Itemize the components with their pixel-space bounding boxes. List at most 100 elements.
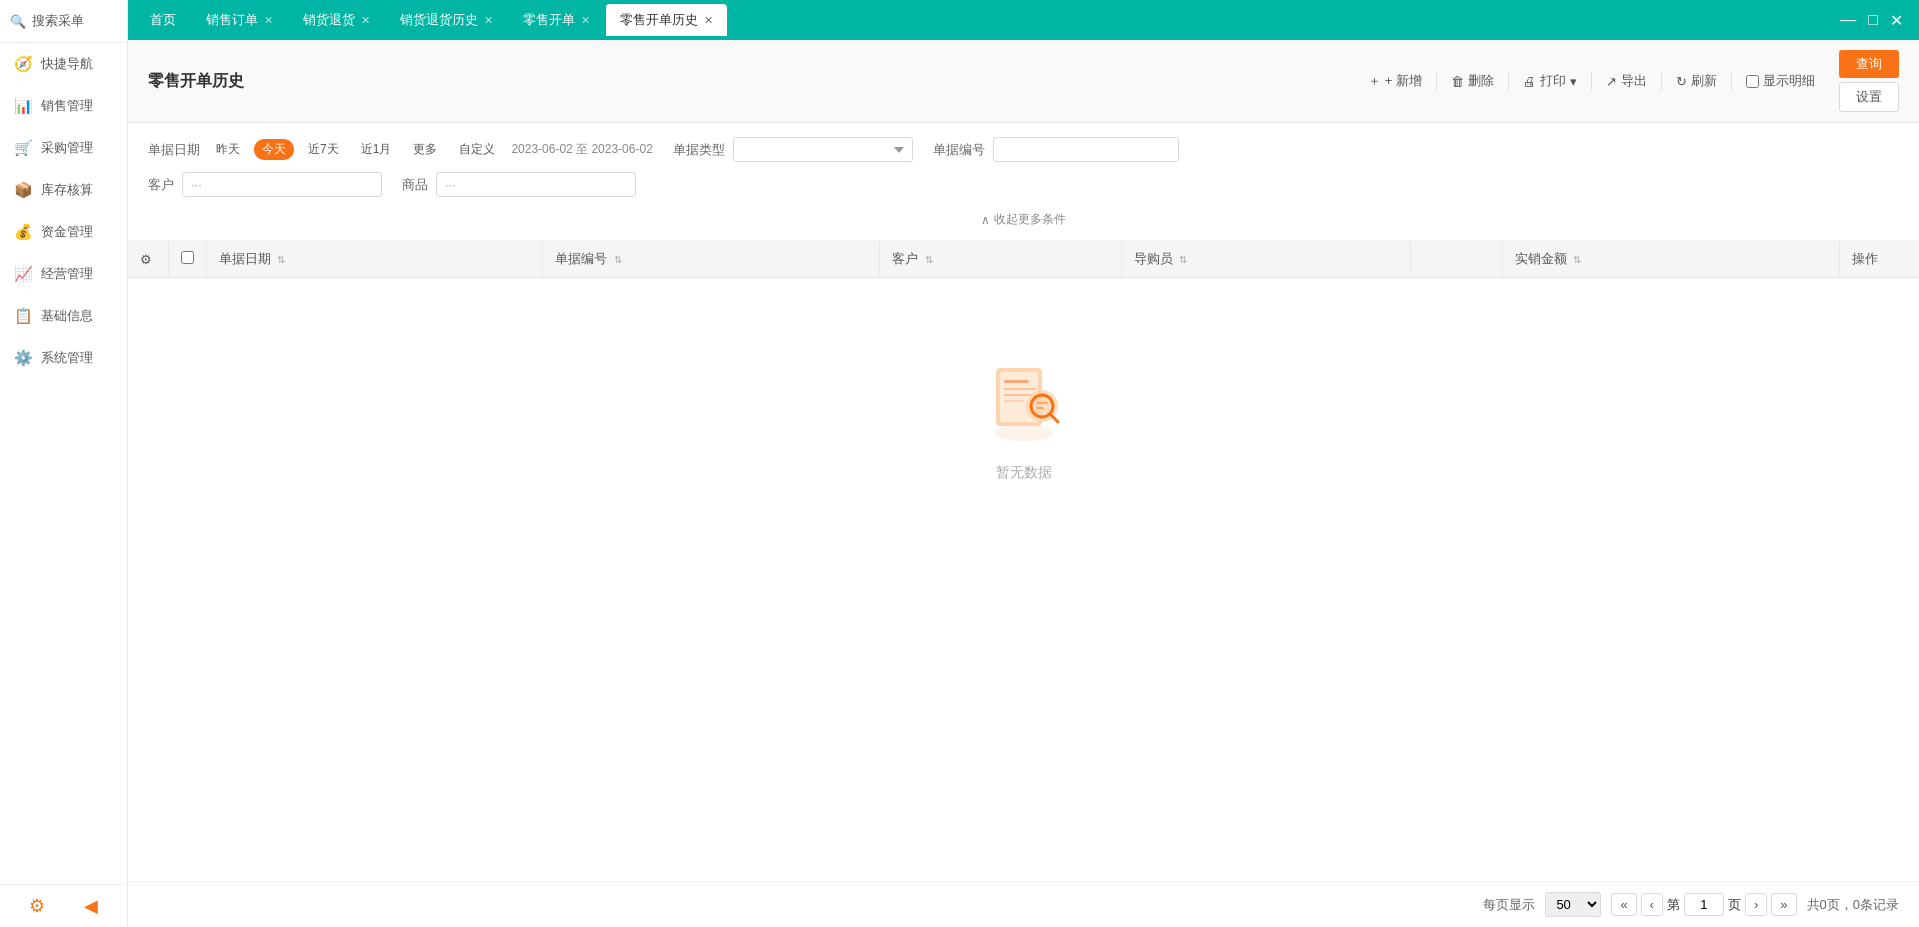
sidebar-item-inventory[interactable]: 📦 库存核算 <box>0 169 127 211</box>
page-header: 零售开单历史 ＋ + 新增 🗑 删除 🖨 打印 ▾ <box>128 40 1919 123</box>
type-select[interactable] <box>733 137 913 162</box>
tab-retail-open-history[interactable]: 零售开单历史 ✕ <box>606 4 727 36</box>
th-date-label: 单据日期 <box>219 251 271 266</box>
table-area: ⚙ 单据日期 ⇅ 单据编号 ⇅ 客户 <box>128 241 1919 881</box>
tab-retail-open-close[interactable]: ✕ <box>581 14 590 27</box>
refresh-button[interactable]: ↻ 刷新 <box>1676 72 1717 90</box>
last-page-btn[interactable]: » <box>1771 893 1796 916</box>
th-amount[interactable]: 实销金额 ⇅ <box>1502 241 1839 278</box>
th-number-label: 单据编号 <box>555 251 607 266</box>
display-detail-checkbox[interactable] <box>1746 75 1759 88</box>
svg-rect-6 <box>1004 400 1024 402</box>
th-customer[interactable]: 客户 ⇅ <box>880 241 1121 278</box>
footer-collapse-btn[interactable]: ◀ <box>84 895 98 917</box>
tab-retail-open[interactable]: 零售开单 ✕ <box>509 4 604 36</box>
basic-info-icon: 📋 <box>14 307 33 325</box>
sidebar-item-label: 采购管理 <box>41 139 93 157</box>
page-title: 零售开单历史 <box>148 71 244 92</box>
sales-mgmt-icon: 📊 <box>14 97 33 115</box>
date-btn-custom[interactable]: 自定义 <box>451 139 503 160</box>
tab-sales-return-history-label: 销货退货历史 <box>400 11 478 29</box>
tab-sales-order-close[interactable]: ✕ <box>264 14 273 27</box>
sidebar-item-basic-info[interactable]: 📋 基础信息 <box>0 295 127 337</box>
page-num-input[interactable] <box>1684 893 1724 916</box>
add-button[interactable]: ＋ + 新增 <box>1368 72 1422 90</box>
empty-state-row: 暂无数据 <box>128 278 1919 563</box>
date-btn-1month[interactable]: 近1月 <box>353 139 400 160</box>
salesperson-sort-icon: ⇅ <box>1179 254 1187 265</box>
data-table: ⚙ 单据日期 ⇅ 单据编号 ⇅ 客户 <box>128 241 1919 562</box>
customer-input[interactable]: ··· <box>182 172 382 197</box>
sidebar-item-label: 资金管理 <box>41 223 93 241</box>
number-input[interactable] <box>993 137 1179 162</box>
tab-retail-open-history-label: 零售开单历史 <box>620 11 698 29</box>
sidebar-search[interactable]: 🔍 搜索采单 <box>0 0 127 43</box>
tab-sales-order[interactable]: 销售订单 ✕ <box>192 4 287 36</box>
sidebar-item-label: 库存核算 <box>41 181 93 199</box>
sidebar-item-label: 基础信息 <box>41 307 93 325</box>
sidebar-item-quick-nav[interactable]: 🧭 快捷导航 <box>0 43 127 85</box>
tab-retail-open-label: 零售开单 <box>523 11 575 29</box>
svg-point-0 <box>994 425 1054 441</box>
sidebar-item-label: 销售管理 <box>41 97 93 115</box>
sidebar: 🔍 搜索采单 🧭 快捷导航 📊 销售管理 🛒 采购管理 📦 库存核算 💰 资金管… <box>0 0 128 927</box>
date-filter: 单据日期 昨天 今天 近7天 近1月 更多 自定义 2023-06-02 至 2… <box>148 139 653 160</box>
th-salesperson[interactable]: 导购员 ⇅ <box>1121 241 1410 278</box>
toolbar-divider-5 <box>1731 72 1732 90</box>
add-icon: ＋ <box>1368 72 1381 90</box>
tab-sales-return-close[interactable]: ✕ <box>361 14 370 27</box>
number-filter: 单据编号 <box>933 137 1179 162</box>
collapse-more-btn[interactable]: ∧ 收起更多条件 <box>148 207 1899 232</box>
th-amount-label: 实销金额 <box>1515 251 1567 266</box>
tab-sales-return[interactable]: 销货退货 ✕ <box>289 4 384 36</box>
sidebar-item-purchase-mgmt[interactable]: 🛒 采购管理 <box>0 127 127 169</box>
refresh-icon: ↻ <box>1676 74 1687 89</box>
th-date[interactable]: 单据日期 ⇅ <box>206 241 543 278</box>
svg-rect-3 <box>1004 380 1029 383</box>
print-button[interactable]: 🖨 打印 ▾ <box>1523 72 1577 90</box>
date-btn-today[interactable]: 今天 <box>254 139 294 160</box>
page-size-select[interactable]: 10 20 50 100 <box>1545 892 1601 917</box>
toolbar-divider-3 <box>1591 72 1592 90</box>
toolbar: ＋ + 新增 🗑 删除 🖨 打印 ▾ ↗ 导出 <box>1368 50 1899 112</box>
close-btn[interactable]: ✕ <box>1890 11 1903 30</box>
sys-mgmt-icon: ⚙️ <box>14 349 33 367</box>
footer-settings-btn[interactable]: ⚙ <box>29 895 45 917</box>
th-number[interactable]: 单据编号 ⇅ <box>543 241 880 278</box>
th-settings[interactable]: ⚙ <box>128 241 168 278</box>
table-body: 暂无数据 <box>128 278 1919 563</box>
customer-label: 客户 <box>148 176 174 194</box>
toolbar-divider-4 <box>1661 72 1662 90</box>
tab-home[interactable]: 首页 <box>136 4 190 36</box>
maximize-btn[interactable]: □ <box>1868 11 1878 30</box>
settings-button[interactable]: 设置 <box>1839 82 1899 112</box>
sidebar-footer: ⚙ ◀ <box>0 884 127 927</box>
sidebar-item-operations[interactable]: 📈 经营管理 <box>0 253 127 295</box>
date-btn-yesterday[interactable]: 昨天 <box>208 139 248 160</box>
sidebar-item-finance[interactable]: 💰 资金管理 <box>0 211 127 253</box>
empty-text: 暂无数据 <box>996 464 1052 482</box>
tab-sales-return-history[interactable]: 销货退货历史 ✕ <box>386 4 507 36</box>
goods-input[interactable]: ··· <box>436 172 636 197</box>
date-btn-more[interactable]: 更多 <box>405 139 445 160</box>
th-actions-label: 操作 <box>1852 251 1878 266</box>
type-filter: 单据类型 <box>673 137 913 162</box>
query-button[interactable]: 查询 <box>1839 50 1899 78</box>
sidebar-item-sales-mgmt[interactable]: 📊 销售管理 <box>0 85 127 127</box>
prev-page-btn[interactable]: ‹ <box>1641 893 1663 916</box>
display-detail-toggle[interactable]: 显示明细 <box>1746 72 1815 90</box>
first-page-btn[interactable]: « <box>1611 893 1636 916</box>
search-icon: 🔍 <box>10 14 26 29</box>
sidebar-item-sys-mgmt[interactable]: ⚙️ 系统管理 <box>0 337 127 379</box>
select-all-checkbox[interactable] <box>181 251 194 264</box>
date-btn-7days[interactable]: 近7天 <box>300 139 347 160</box>
export-button[interactable]: ↗ 导出 <box>1606 72 1647 90</box>
toolbar-divider-2 <box>1508 72 1509 90</box>
tab-retail-open-history-close[interactable]: ✕ <box>704 14 713 27</box>
tab-sales-return-history-close[interactable]: ✕ <box>484 14 493 27</box>
delete-button[interactable]: 🗑 删除 <box>1451 72 1494 90</box>
purchase-mgmt-icon: 🛒 <box>14 139 33 157</box>
svg-rect-4 <box>1004 388 1036 390</box>
next-page-btn[interactable]: › <box>1745 893 1767 916</box>
minimize-btn[interactable]: — <box>1840 11 1856 30</box>
